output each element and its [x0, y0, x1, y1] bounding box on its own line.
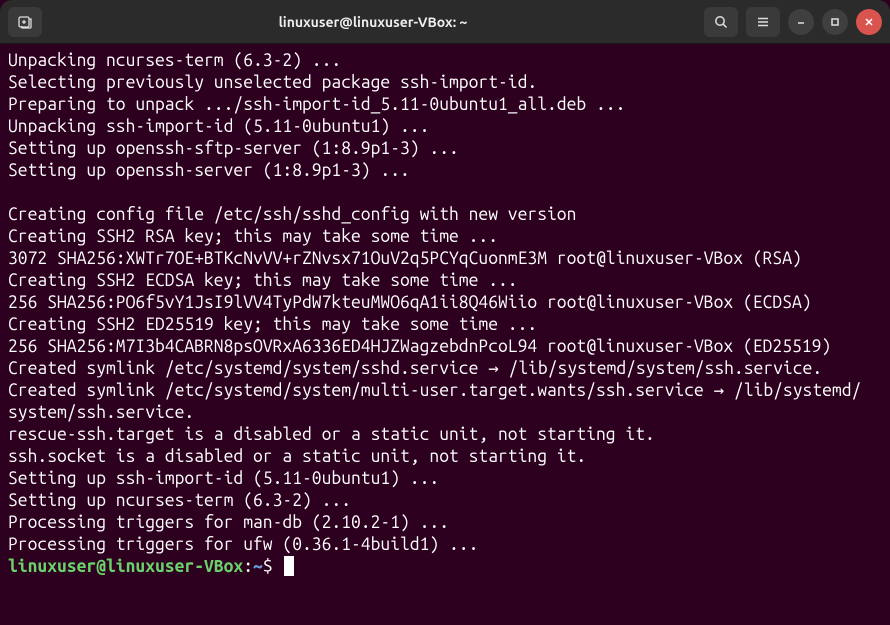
new-tab-icon [17, 14, 33, 30]
minimize-button[interactable] [788, 9, 814, 35]
hamburger-icon [755, 14, 771, 30]
prompt-user-host: linuxuser@linuxuser-VBox [8, 557, 243, 576]
prompt-symbol: $ [263, 557, 273, 576]
new-tab-button[interactable] [8, 7, 42, 37]
titlebar: linuxuser@linuxuser-VBox: ~ [0, 0, 890, 44]
menu-button[interactable] [746, 7, 780, 37]
titlebar-left [8, 7, 42, 37]
terminal-output[interactable]: Unpacking ncurses-term (6.3-2) ... Selec… [0, 44, 890, 584]
titlebar-right [704, 7, 882, 37]
window-title: linuxuser@linuxuser-VBox: ~ [42, 14, 704, 30]
close-button[interactable] [856, 9, 882, 35]
minimize-icon [795, 16, 807, 28]
maximize-button[interactable] [822, 9, 848, 35]
prompt-colon: : [243, 557, 253, 576]
terminal-lines: Unpacking ncurses-term (6.3-2) ... Selec… [8, 50, 882, 556]
close-icon [863, 16, 875, 28]
cursor [284, 556, 294, 576]
search-button[interactable] [704, 7, 738, 37]
search-icon [713, 14, 729, 30]
maximize-icon [829, 16, 841, 28]
prompt-path: ~ [253, 557, 263, 576]
